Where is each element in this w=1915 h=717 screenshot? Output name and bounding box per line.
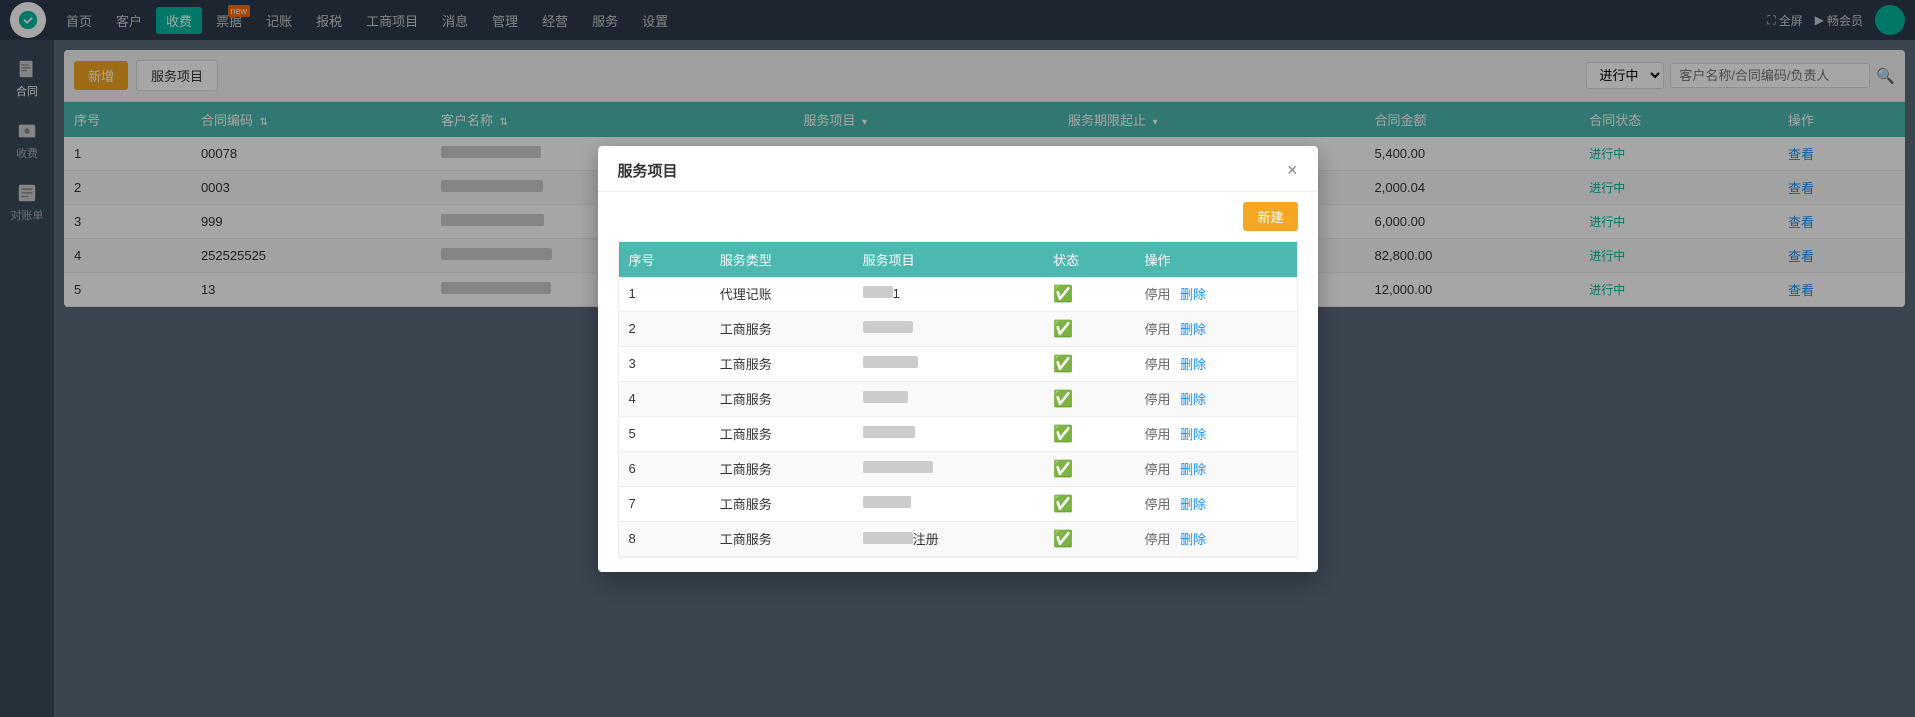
modal-table-row: 8 工商服务 注册 ✅ 停用 删除 [619,521,1297,556]
modal-col-status: 状态 [1043,242,1134,277]
modal-cell-status: ✅ [1043,451,1134,486]
stop-button[interactable]: 停用 [1144,497,1170,512]
stop-button[interactable]: 停用 [1144,392,1170,407]
modal-cell-action[interactable]: 停用 删除 [1134,346,1296,381]
delete-button[interactable]: 删除 [1180,357,1206,372]
modal-toolbar: 新建 [598,192,1318,241]
stop-button[interactable]: 停用 [1144,287,1170,302]
modal-cell-status: ✅ [1043,346,1134,381]
modal-table-row: 7 工商服务 ✅ 停用 删除 [619,486,1297,521]
modal-cell-type: 工商服务 [710,346,853,381]
modal-cell-action[interactable]: 停用 删除 [1134,451,1296,486]
stop-button[interactable]: 停用 [1144,427,1170,442]
modal-cell-type: 工商服务 [710,416,853,451]
modal-cell-item [853,311,1044,346]
stop-button[interactable]: 停用 [1144,357,1170,372]
modal-cell-item [853,451,1044,486]
delete-button[interactable]: 删除 [1180,497,1206,512]
modal-cell-seq: 3 [619,346,710,381]
modal-cell-status: ✅ [1043,311,1134,346]
modal-cell-seq: 8 [619,521,710,556]
modal-cell-item [853,416,1044,451]
modal-table-row: 1 代理记账 1 ✅ 停用 删除 [619,277,1297,312]
main-content: 新增 服务项目 进行中 已完成 已终止 🔍 序号 合同编 [54,40,1915,717]
delete-button[interactable]: 删除 [1180,427,1206,442]
modal-cell-seq: 7 [619,486,710,521]
modal-close-button[interactable]: × [1287,160,1298,181]
delete-button[interactable]: 删除 [1180,532,1206,547]
modal-cell-seq: 4 [619,381,710,416]
service-modal: 服务项目 × 新建 序号 服务类型 服务项目 [598,146,1318,572]
modal-cell-type: 工商服务 [710,486,853,521]
modal-cell-type: 工商服务 [710,451,853,486]
delete-button[interactable]: 删除 [1180,392,1206,407]
modal-cell-action[interactable]: 停用 删除 [1134,521,1296,556]
modal-cell-item: 注册 [853,521,1044,556]
new-service-button[interactable]: 新建 [1243,202,1297,231]
modal-body: 序号 服务类型 服务项目 状态 操作 1 代理记账 1 ✅ 停用 [598,241,1318,572]
modal-col-seq: 序号 [619,242,710,277]
modal-title: 服务项目 [618,160,678,181]
modal-cell-item [853,346,1044,381]
modal-cell-status: ✅ [1043,381,1134,416]
modal-overlay[interactable]: 服务项目 × 新建 序号 服务类型 服务项目 [0,0,1915,717]
modal-cell-seq: 6 [619,451,710,486]
modal-cell-status: ✅ [1043,416,1134,451]
modal-table-wrap: 序号 服务类型 服务项目 状态 操作 1 代理记账 1 ✅ 停用 [618,241,1298,558]
modal-cell-item [853,381,1044,416]
modal-cell-status: ✅ [1043,486,1134,521]
modal-cell-action[interactable]: 停用 删除 [1134,486,1296,521]
modal-cell-action[interactable]: 停用 删除 [1134,277,1296,312]
stop-button[interactable]: 停用 [1144,532,1170,547]
delete-button[interactable]: 删除 [1180,462,1206,477]
modal-cell-action[interactable]: 停用 删除 [1134,311,1296,346]
modal-cell-status: ✅ [1043,277,1134,312]
modal-cell-item: 1 [853,277,1044,312]
modal-table-row: 3 工商服务 ✅ 停用 删除 [619,346,1297,381]
modal-cell-action[interactable]: 停用 删除 [1134,416,1296,451]
modal-cell-type: 工商服务 [710,521,853,556]
modal-header: 服务项目 × [598,146,1318,192]
modal-cell-type: 工商服务 [710,381,853,416]
delete-button[interactable]: 删除 [1180,322,1206,337]
modal-cell-seq: 2 [619,311,710,346]
modal-table-row: 2 工商服务 ✅ 停用 删除 [619,311,1297,346]
stop-button[interactable]: 停用 [1144,322,1170,337]
modal-cell-status: ✅ [1043,521,1134,556]
modal-cell-seq: 5 [619,416,710,451]
modal-cell-item [853,486,1044,521]
modal-col-action: 操作 [1134,242,1296,277]
modal-cell-type: 代理记账 [710,277,853,312]
modal-table-row: 5 工商服务 ✅ 停用 删除 [619,416,1297,451]
modal-cell-action[interactable]: 停用 删除 [1134,381,1296,416]
modal-service-table: 序号 服务类型 服务项目 状态 操作 1 代理记账 1 ✅ 停用 [619,242,1297,557]
modal-col-item: 服务项目 [853,242,1044,277]
modal-col-type: 服务类型 [710,242,853,277]
modal-cell-seq: 1 [619,277,710,312]
delete-button[interactable]: 删除 [1180,287,1206,302]
modal-table-row: 4 工商服务 ✅ 停用 删除 [619,381,1297,416]
modal-table-row: 6 工商服务 ✅ 停用 删除 [619,451,1297,486]
modal-cell-type: 工商服务 [710,311,853,346]
stop-button[interactable]: 停用 [1144,462,1170,477]
